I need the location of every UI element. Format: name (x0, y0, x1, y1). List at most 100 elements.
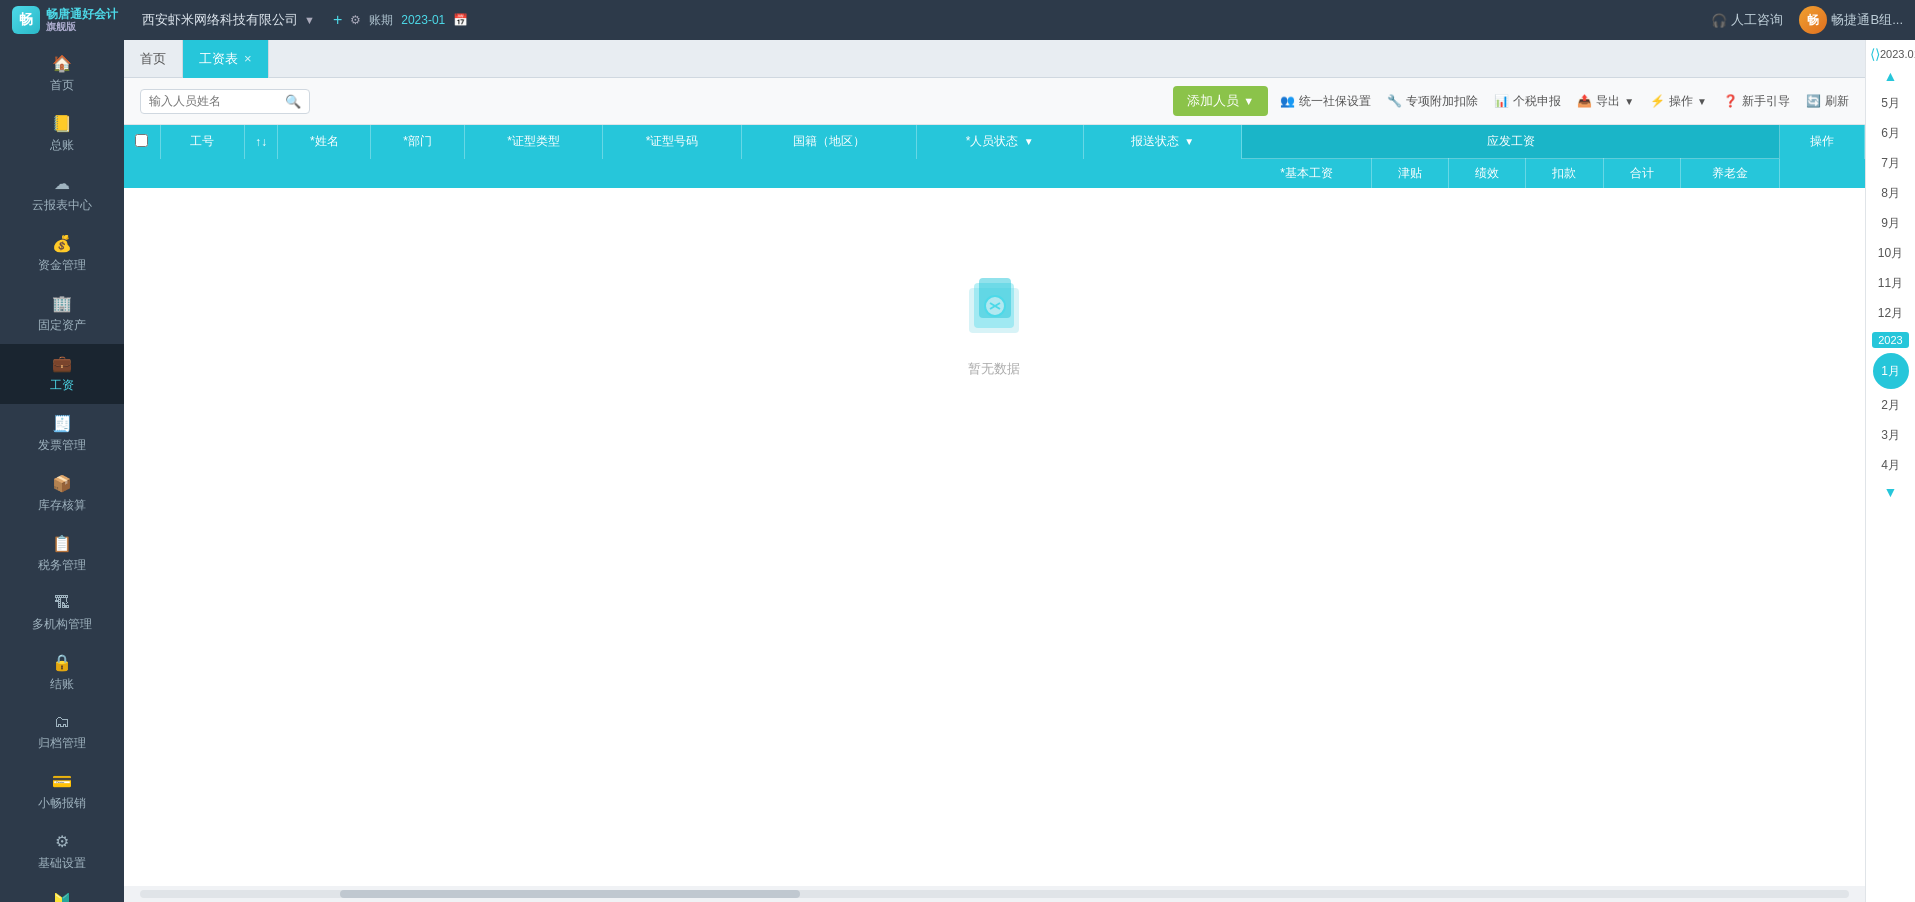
tab-close-icon[interactable]: × (244, 51, 252, 66)
service-label: 人工咨询 (1731, 11, 1783, 29)
sidebar-item-salary[interactable]: 💼 工资 (0, 344, 124, 404)
sidebar: 🏠 首页 📒 总账 ☁ 云报表中心 💰 资金管理 🏢 固定资产 💼 工资 🧾 发… (0, 40, 124, 902)
main-layout: 🏠 首页 📒 总账 ☁ 云报表中心 💰 资金管理 🏢 固定资产 💼 工资 🧾 发… (0, 40, 1915, 902)
toolbar: 🔍 添加人员 ▼ 👥 统一社保设置 🔧 专项附加扣除 📊 个税申报 (124, 78, 1865, 125)
tax-declare-icon: 📊 (1494, 94, 1509, 108)
sidebar-item-ledger[interactable]: 📒 总账 (0, 104, 124, 164)
select-all-checkbox[interactable] (135, 134, 148, 147)
tab-salary[interactable]: 工资表 × (183, 40, 269, 78)
month-item-12[interactable]: 12月 (1869, 299, 1913, 327)
tax-label: 个税申报 (1513, 93, 1561, 110)
sidebar-item-guide[interactable]: 🔰 新手引导 (0, 882, 124, 902)
add-person-button[interactable]: 添加人员 ▼ (1173, 86, 1268, 116)
month-item-4[interactable]: 4月 (1869, 451, 1913, 479)
deduct-label: 专项附加扣除 (1406, 93, 1478, 110)
salary-table: 工号 ↑↓ *姓名 *部门 *证型类型 *证型号码 国籍（地区） *人员状态 ▼… (124, 125, 1865, 458)
sidebar-label-assets: 固定资产 (38, 317, 86, 334)
refresh-action[interactable]: 🔄 刷新 (1806, 93, 1849, 110)
deduct-action[interactable]: 🔧 专项附加扣除 (1387, 93, 1478, 110)
period-value[interactable]: 2023-01 (401, 13, 445, 27)
social-settings-action[interactable]: 👥 统一社保设置 (1280, 93, 1371, 110)
col-report[interactable]: 报送状态 ▼ (1083, 125, 1241, 159)
sidebar-item-close[interactable]: 🔒 结账 (0, 643, 124, 703)
col-base: *基本工资 (1242, 159, 1372, 189)
tab-home[interactable]: 首页 (124, 40, 183, 78)
app-name: 畅唐通好会计 (46, 7, 118, 21)
scroll-track[interactable] (140, 890, 1849, 898)
up-nav-icon[interactable]: ▲ (1880, 64, 1902, 88)
sidebar-item-expense[interactable]: 💳 小畅报销 (0, 762, 124, 822)
month-item-11[interactable]: 11月 (1869, 269, 1913, 297)
funds-icon: 💰 (52, 234, 72, 253)
table-header-checkbox[interactable] (124, 125, 160, 159)
sidebar-item-tax[interactable]: 📋 税务管理 (0, 524, 124, 584)
sidebar-item-archive[interactable]: 🗂 归档管理 (0, 703, 124, 762)
month-item-10[interactable]: 10月 (1869, 239, 1913, 267)
chevron-down-icon: ▼ (304, 14, 315, 26)
table-container: 工号 ↑↓ *姓名 *部门 *证型类型 *证型号码 国籍（地区） *人员状态 ▼… (124, 125, 1865, 886)
operate-label: 操作 (1669, 93, 1693, 110)
sidebar-label-salary: 工资 (50, 377, 74, 394)
sidebar-item-assets[interactable]: 🏢 固定资产 (0, 284, 124, 344)
header-period: + ⚙ 账期 2023-01 📅 (333, 11, 468, 29)
month-item-6[interactable]: 6月 (1869, 119, 1913, 147)
sidebar-label-multi: 多机构管理 (32, 616, 92, 633)
scroll-thumb (340, 890, 800, 898)
sidebar-item-funds[interactable]: 💰 资金管理 (0, 224, 124, 284)
month-item-2[interactable]: 2月 (1869, 391, 1913, 419)
search-input[interactable] (149, 94, 279, 108)
month-panel: ⟨⟩ 2023.01 × ▲ 5月 6月 7月 8月 9月 10月 11月 12… (1865, 40, 1915, 902)
right-header: 🎧 人工咨询 畅 畅捷通B组... (1711, 6, 1903, 34)
sidebar-label-ledger: 总账 (50, 137, 74, 154)
empty-subrow (124, 159, 1242, 189)
user-name: 畅捷通B组... (1831, 11, 1903, 29)
settings-sidebar-icon: ⚙ (55, 832, 69, 851)
month-item-5[interactable]: 5月 (1869, 89, 1913, 117)
month-item-1[interactable]: 1月 (1873, 353, 1909, 389)
company-selector[interactable]: 西安虾米网络科技有限公司 ▼ (142, 11, 315, 29)
col-nation: 国籍（地区） (741, 125, 916, 159)
col-status[interactable]: *人员状态 ▼ (916, 125, 1083, 159)
sidebar-label-settings: 基础设置 (38, 855, 86, 872)
col-allowance: 津贴 (1372, 159, 1449, 189)
col-num: 工号 (160, 125, 245, 159)
multi-icon: 🏗 (54, 594, 70, 612)
sidebar-item-multi[interactable]: 🏗 多机构管理 (0, 584, 124, 643)
month-item-9[interactable]: 9月 (1869, 209, 1913, 237)
guide-toolbar-icon: ❓ (1723, 94, 1738, 108)
month-item-8[interactable]: 8月 (1869, 179, 1913, 207)
settings-icon[interactable]: ⚙ (350, 13, 361, 27)
tab-salary-label: 工资表 (199, 50, 238, 68)
operate-action[interactable]: ⚡ 操作 ▼ (1650, 93, 1707, 110)
guide-action[interactable]: ❓ 新手引导 (1723, 93, 1790, 110)
search-wrapper: 🔍 (140, 89, 310, 114)
sidebar-item-inventory[interactable]: 📦 库存核算 (0, 464, 124, 524)
calendar-icon[interactable]: 📅 (453, 13, 468, 27)
add-icon[interactable]: + (333, 11, 342, 29)
service-button[interactable]: 🎧 人工咨询 (1711, 11, 1783, 29)
invoice-icon: 🧾 (52, 414, 72, 433)
user-badge[interactable]: 畅 畅捷通B组... (1799, 6, 1903, 34)
month-item-3[interactable]: 3月 (1869, 421, 1913, 449)
tax-action[interactable]: 📊 个税申报 (1494, 93, 1561, 110)
status-filter-icon: ▼ (1024, 136, 1034, 147)
expand-icon[interactable]: ⟨⟩ (1870, 46, 1880, 62)
month-item-7[interactable]: 7月 (1869, 149, 1913, 177)
down-nav-icon[interactable]: ▼ (1880, 480, 1902, 504)
assets-icon: 🏢 (52, 294, 72, 313)
operate-icon: ⚡ (1650, 94, 1665, 108)
sidebar-item-home[interactable]: 🏠 首页 (0, 44, 124, 104)
col-dept: *部门 (371, 125, 464, 159)
social-icon: 👥 (1280, 94, 1295, 108)
empty-ops (1780, 159, 1865, 189)
col-id-type: *证型类型 (464, 125, 603, 159)
expense-icon: 💳 (52, 772, 72, 791)
col-sort[interactable]: ↑↓ (245, 125, 278, 159)
sidebar-item-cloud[interactable]: ☁ 云报表中心 (0, 164, 124, 224)
guide-label: 新手引导 (1742, 93, 1790, 110)
sidebar-item-invoice[interactable]: 🧾 发票管理 (0, 404, 124, 464)
table-scroll-hint (124, 886, 1865, 902)
logo-icon: 畅 (12, 6, 40, 34)
sidebar-item-settings[interactable]: ⚙ 基础设置 (0, 822, 124, 882)
export-action[interactable]: 📤 导出 ▼ (1577, 93, 1634, 110)
